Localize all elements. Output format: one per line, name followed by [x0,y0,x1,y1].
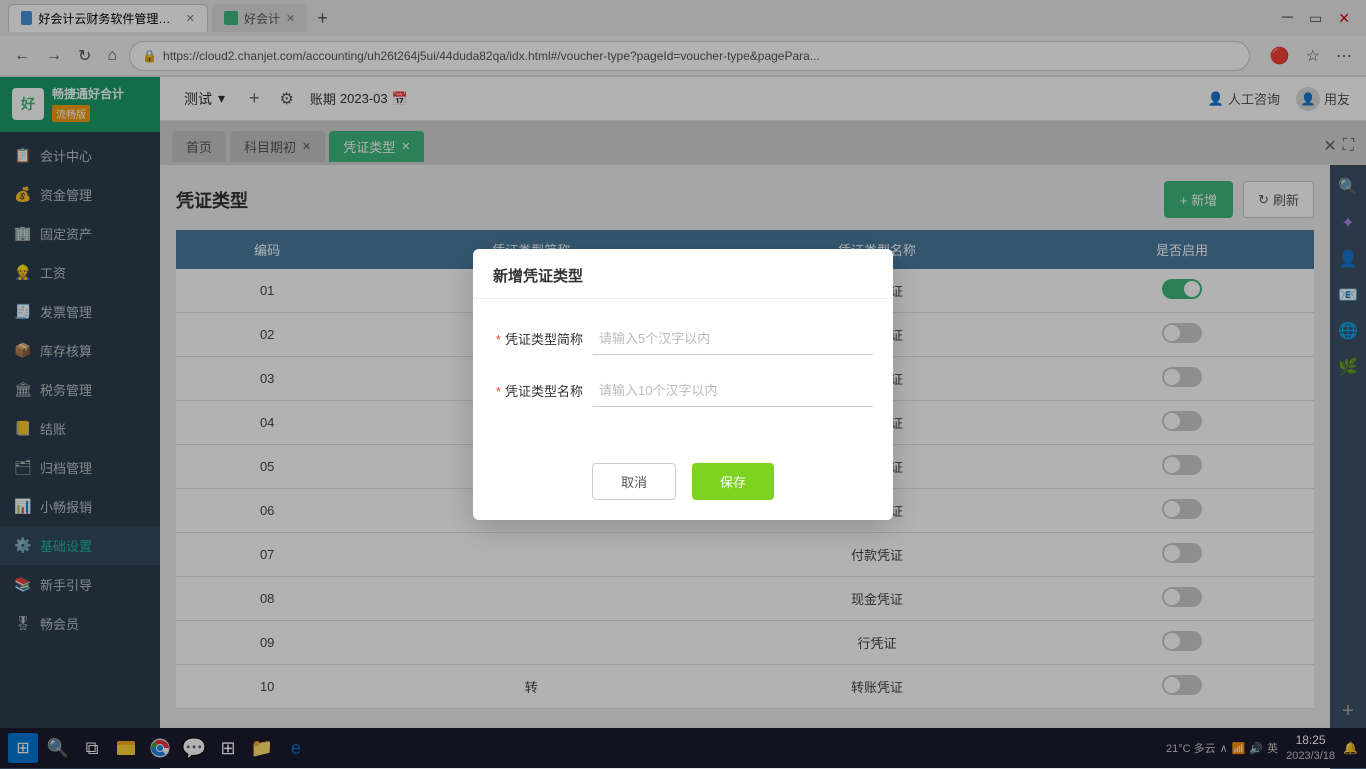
form-row-abbr: *凭证类型简称 [493,323,873,355]
name-input[interactable] [593,375,873,407]
abbr-input[interactable] [593,323,873,355]
dialog-header: 新增凭证类型 [473,249,893,299]
form-abbr-label: *凭证类型简称 [493,329,593,348]
form-name-label: *凭证类型名称 [493,381,593,400]
form-row-name: *凭证类型名称 [493,375,873,407]
abbr-required-mark: * [496,332,501,347]
name-required-mark: * [496,384,501,399]
dialog-footer: 取消 保存 [473,451,893,520]
dialog-overlay: 新增凭证类型 *凭证类型简称 *凭证类型名称 取消 保存 [0,0,1366,768]
save-button[interactable]: 保存 [692,463,774,500]
dialog-body: *凭证类型简称 *凭证类型名称 [473,299,893,451]
add-voucher-type-dialog: 新增凭证类型 *凭证类型简称 *凭证类型名称 取消 保存 [473,249,893,520]
cancel-button[interactable]: 取消 [592,463,676,500]
